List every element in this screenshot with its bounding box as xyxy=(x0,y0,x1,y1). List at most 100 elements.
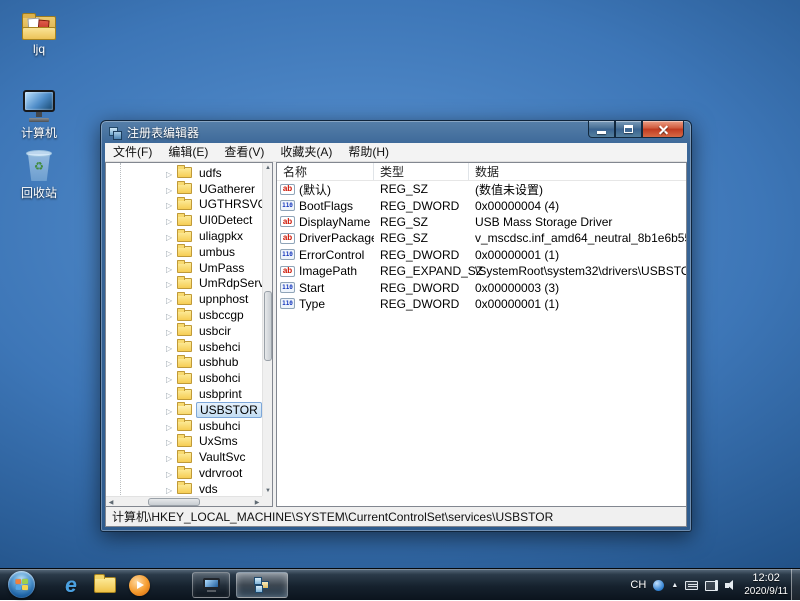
ime-mode-icon[interactable] xyxy=(653,580,664,591)
keyboard-icon[interactable] xyxy=(685,581,698,590)
taskbar-media-player-button[interactable] xyxy=(126,573,152,597)
expand-arrow-icon[interactable] xyxy=(166,308,177,322)
expand-arrow-icon[interactable] xyxy=(166,197,177,211)
expand-arrow-icon[interactable] xyxy=(166,482,177,496)
hidden-icons-arrow[interactable]: ▲ xyxy=(671,582,678,589)
tree-item[interactable]: usbuhci xyxy=(106,418,262,434)
tree-item[interactable]: USBSTOR xyxy=(106,402,262,418)
menu-item[interactable]: 收藏夹(A) xyxy=(272,143,340,162)
maximize-icon xyxy=(624,125,633,133)
tree-item[interactable]: UGatherer xyxy=(106,181,262,197)
registry-value-row[interactable]: DriverPackageId REG_SZ v_mscdsc.inf_amd6… xyxy=(277,230,686,246)
tree-item-label: USBSTOR xyxy=(196,402,262,418)
tree-item[interactable]: uliagpkx xyxy=(106,228,262,244)
tree-item[interactable]: usbccgp xyxy=(106,307,262,323)
expand-arrow-icon[interactable] xyxy=(166,450,177,464)
registry-value-row[interactable]: Start REG_DWORD 0x00000003 (3) xyxy=(277,279,686,295)
tree-item[interactable]: UmRdpServi xyxy=(106,276,262,292)
taskbar-window-button[interactable] xyxy=(192,572,230,598)
tree-item[interactable]: usbohci xyxy=(106,370,262,386)
expand-arrow-icon[interactable] xyxy=(166,245,177,259)
start-button[interactable] xyxy=(8,571,35,598)
folder-icon xyxy=(177,278,192,289)
expand-arrow-icon[interactable] xyxy=(166,419,177,433)
tree-item[interactable]: UGTHRSVC xyxy=(106,197,262,213)
scroll-left-icon[interactable]: ◀ xyxy=(106,497,116,507)
tree-item[interactable]: usbprint xyxy=(106,386,262,402)
volume-icon[interactable] xyxy=(725,580,737,591)
folder-icon xyxy=(177,183,192,194)
folder-icon xyxy=(177,389,192,400)
scroll-up-icon[interactable]: ▲ xyxy=(263,163,273,173)
expand-arrow-icon[interactable] xyxy=(166,387,177,401)
scrollbar-thumb[interactable] xyxy=(148,498,200,506)
expand-arrow-icon[interactable] xyxy=(166,229,177,243)
tree-vertical-scrollbar[interactable]: ▲ ▼ xyxy=(262,163,272,496)
tree-item[interactable]: UmPass xyxy=(106,260,262,276)
taskbar-explorer-button[interactable] xyxy=(92,573,118,597)
tree-item[interactable]: usbehci xyxy=(106,339,262,355)
column-header[interactable]: 数据 xyxy=(469,163,686,180)
tree-item-label: umbus xyxy=(196,245,238,259)
menu-item[interactable]: 编辑(E) xyxy=(160,143,216,162)
tree-item[interactable]: VaultSvc xyxy=(106,449,262,465)
minimize-button[interactable] xyxy=(588,121,615,138)
tree-horizontal-scrollbar[interactable]: ◀ ▶ xyxy=(106,496,262,506)
tree-item-label: UxSms xyxy=(196,434,241,448)
taskbar-clock[interactable]: 12:02 2020/9/11 xyxy=(744,572,788,598)
network-icon[interactable] xyxy=(705,580,718,591)
desktop-icon-computer[interactable]: 计算机 xyxy=(6,90,72,141)
menu-item[interactable]: 帮助(H) xyxy=(340,143,397,162)
tree-item[interactable]: UI0Detect xyxy=(106,212,262,228)
language-indicator[interactable]: CH xyxy=(630,579,646,591)
registry-value-row[interactable]: (默认) REG_SZ (数值未设置) xyxy=(277,181,686,197)
column-header[interactable]: 类型 xyxy=(374,163,469,180)
window-app-icon xyxy=(203,578,220,592)
expand-arrow-icon[interactable] xyxy=(166,434,177,448)
expand-arrow-icon[interactable] xyxy=(166,166,177,180)
show-desktop-button[interactable] xyxy=(791,569,800,601)
scroll-right-icon[interactable]: ▶ xyxy=(252,497,262,507)
expand-arrow-icon[interactable] xyxy=(166,261,177,275)
tree-item-label: UmRdpServi xyxy=(196,276,262,290)
expand-arrow-icon[interactable] xyxy=(166,324,177,338)
tree-item[interactable]: vdrvroot xyxy=(106,465,262,481)
expand-arrow-icon[interactable] xyxy=(166,182,177,196)
tree-item-label: usbccgp xyxy=(196,308,247,322)
computer-icon xyxy=(20,90,58,122)
desktop-icon-user-files[interactable]: ljq xyxy=(6,8,72,56)
maximize-button[interactable] xyxy=(615,121,642,138)
registry-value-row[interactable]: Type REG_DWORD 0x00000001 (1) xyxy=(277,296,686,312)
menu-item[interactable]: 文件(F) xyxy=(105,143,160,162)
scroll-down-icon[interactable]: ▼ xyxy=(263,486,273,496)
registry-value-row[interactable]: DisplayName REG_SZ USB Mass Storage Driv… xyxy=(277,214,686,230)
menubar: 文件(F)编辑(E)查看(V)收藏夹(A)帮助(H) xyxy=(105,143,687,162)
close-button[interactable] xyxy=(642,121,684,138)
registry-value-row[interactable]: BootFlags REG_DWORD 0x00000004 (4) xyxy=(277,197,686,213)
expand-arrow-icon[interactable] xyxy=(166,466,177,480)
taskbar-ie-button[interactable]: e xyxy=(58,573,84,597)
tree-item[interactable]: vds xyxy=(106,481,262,496)
expand-arrow-icon[interactable] xyxy=(166,403,177,417)
scrollbar-thumb[interactable] xyxy=(264,291,272,361)
expand-arrow-icon[interactable] xyxy=(166,355,177,369)
registry-value-row[interactable]: ErrorControl REG_DWORD 0x00000001 (1) xyxy=(277,247,686,263)
titlebar[interactable]: 注册表编辑器 xyxy=(105,121,687,143)
expand-arrow-icon[interactable] xyxy=(166,340,177,354)
taskbar-regedit-button-active[interactable] xyxy=(236,572,288,598)
menu-item[interactable]: 查看(V) xyxy=(216,143,272,162)
tree-item[interactable]: usbcir xyxy=(106,323,262,339)
desktop-icon-recycle-bin[interactable]: ♻ 回收站 xyxy=(6,150,72,201)
folder-icon xyxy=(177,420,192,431)
expand-arrow-icon[interactable] xyxy=(166,292,177,306)
tree-item[interactable]: umbus xyxy=(106,244,262,260)
expand-arrow-icon[interactable] xyxy=(166,213,177,227)
column-header[interactable]: 名称 xyxy=(277,163,374,180)
expand-arrow-icon[interactable] xyxy=(166,276,177,290)
tree-item[interactable]: usbhub xyxy=(106,355,262,371)
tree-item[interactable]: upnphost xyxy=(106,291,262,307)
tree-item[interactable]: udfs xyxy=(106,165,262,181)
tree-item[interactable]: UxSms xyxy=(106,434,262,450)
expand-arrow-icon[interactable] xyxy=(166,371,177,385)
registry-value-row[interactable]: ImagePath REG_EXPAND_SZ \SystemRoot\syst… xyxy=(277,263,686,279)
